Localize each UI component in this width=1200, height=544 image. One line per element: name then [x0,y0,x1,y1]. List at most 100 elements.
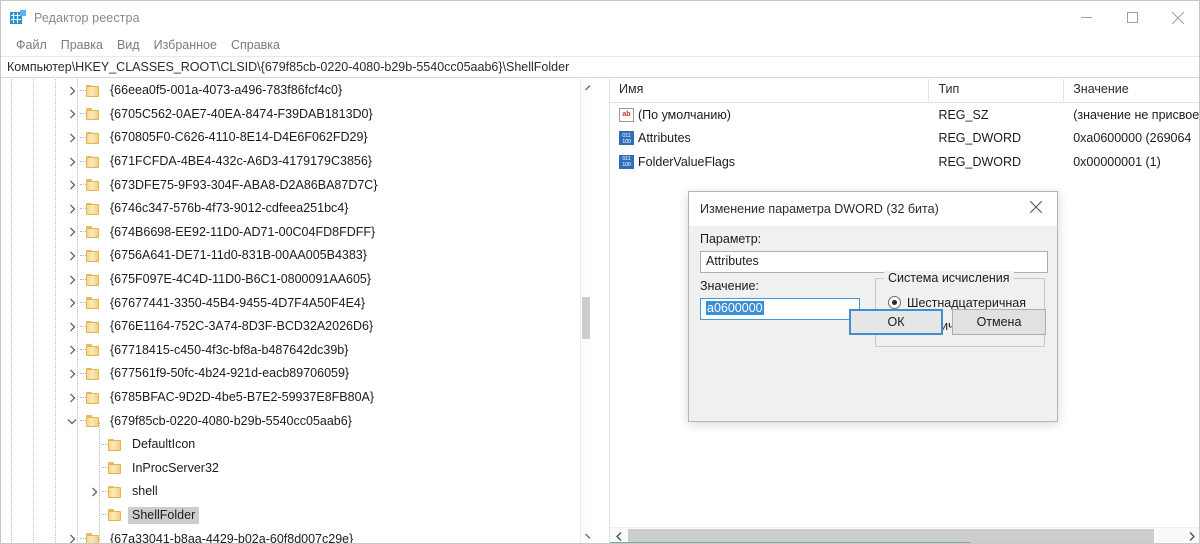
chevron-right-icon[interactable] [64,295,80,311]
chevron-right-icon[interactable] [64,154,80,170]
tree-item[interactable]: ShellFolder [2,504,580,528]
tree-item[interactable]: InProcServer32 [2,457,580,481]
tree-item[interactable]: {675F097E-4C4D-11D0-B6C1-0800091AA605} [2,268,580,292]
chevron-right-icon[interactable] [64,248,80,264]
folder-icon [86,203,100,215]
chevron-right-icon[interactable] [64,531,80,544]
tree-item-label: {673DFE75-9F93-304F-ABA8-D2A86BA87D7C} [106,177,382,194]
chevron-right-icon[interactable] [64,366,80,382]
ok-button[interactable]: ОК [849,309,943,335]
chevron-right-icon[interactable] [64,390,80,406]
tree-item-label: {671FCFDA-4BE4-432c-A6D3-4179179C3856} [106,153,376,170]
cancel-button[interactable]: Отмена [952,309,1046,335]
tree-item-label: {675F097E-4C4D-11D0-B6C1-0800091AA605} [106,271,375,288]
tree-vertical-scrollbar[interactable] [580,79,590,544]
registry-tree[interactable]: {66eea0f5-001a-4073-a496-783f86fcf4c0} {6… [2,79,580,544]
tree-item[interactable]: {67a33041-b8aa-4429-b02a-60f8d007c29e} [2,527,580,544]
tree-item-label: {66eea0f5-001a-4073-a496-783f86fcf4c0} [106,82,346,99]
chevron-right-icon[interactable] [64,83,80,99]
chevron-right-icon[interactable] [64,130,80,146]
pane-splitter[interactable] [597,79,609,544]
value-name-label: Attributes [638,131,691,145]
tree-item[interactable]: {67718415-c450-4f3c-bf8a-b487642dc39b} [2,339,580,363]
column-header-name[interactable]: Имя [610,79,929,102]
menu-item-file[interactable]: Файл [9,38,54,52]
tree-item[interactable]: DefaultIcon [2,433,580,457]
chevron-right-icon[interactable] [64,106,80,122]
tree-item-label: shell [128,483,162,500]
folder-icon [86,297,100,309]
title-bar: Редактор реестра [1,1,1200,34]
tree-scroll-thumb[interactable] [582,297,590,339]
tree-item[interactable]: {66eea0f5-001a-4073-a496-783f86fcf4c0} [2,79,580,103]
value-label: Значение: [700,279,875,293]
folder-icon [86,179,100,191]
chevron-down-icon[interactable] [64,413,80,429]
tree-item[interactable]: {673DFE75-9F93-304F-ABA8-D2A86BA87D7C} [2,173,580,197]
dialog-title-bar: Изменение параметра DWORD (32 бита) [689,192,1057,226]
tree-item[interactable]: {677561f9-50fc-4b24-921d-eacb89706059} [2,362,580,386]
tree-item-label: {67677441-3350-45B4-9455-4D7F4A50F4E4} [106,295,369,312]
tree-item-label: {679f85cb-0220-4080-b29b-5540cc05aab6} [106,413,356,430]
value-name-label: (По умолчанию) [638,108,731,122]
radio-hexadecimal-label: Шестнадцатеричная [907,296,1026,310]
menu-item-edit[interactable]: Правка [54,38,110,52]
chevron-right-icon[interactable] [64,224,80,240]
chevron-right-icon[interactable] [64,177,80,193]
scroll-right-icon[interactable] [1183,528,1200,544]
table-row[interactable]: 011100AttributesREG_DWORD0xa0600000 (269… [610,127,1200,151]
chevron-right-icon[interactable] [64,272,80,288]
tree-item[interactable]: {6785BFAC-9D2D-4be5-B7E2-59937E8FB80A} [2,386,580,410]
folder-icon [86,156,100,168]
edit-dword-dialog: Изменение параметра DWORD (32 бита) Пара… [688,191,1058,422]
column-header-type[interactable]: Тип [929,79,1064,102]
tree-item-label: InProcServer32 [128,460,223,477]
folder-icon [108,439,122,451]
chevron-right-icon[interactable] [64,319,80,335]
column-header-value[interactable]: Значение [1064,79,1200,102]
tree-item[interactable]: {67677441-3350-45B4-9455-4D7F4A50F4E4} [2,291,580,315]
chevron-right-icon[interactable] [64,201,80,217]
tree-item[interactable]: {676E1164-752C-3A74-8D3F-BCD32A2026D6} [2,315,580,339]
param-name-field[interactable]: Attributes [700,251,1048,273]
chevron-right-icon[interactable] [64,342,80,358]
menu-item-help[interactable]: Справка [224,38,287,52]
folder-icon [108,486,122,498]
tree-item[interactable]: {6705C562-0AE7-40EA-8474-F39DAB1813D0} [2,103,580,127]
close-button[interactable] [1155,1,1200,34]
scroll-up-icon[interactable] [581,79,590,96]
tree-item-label: {67718415-c450-4f3c-bf8a-b487642dc39b} [106,342,352,359]
tree-item[interactable]: shell [2,480,580,504]
minimize-button[interactable] [1063,1,1109,34]
value-name-cell: ab(По умолчанию) [610,108,929,122]
tree-item[interactable]: {674B6698-EE92-11D0-AD71-00C04FD8FDFF} [2,221,580,245]
menu-bar: Файл Правка Вид Избранное Справка [1,34,1200,56]
tree-item[interactable]: {6756A641-DE71-11d0-831B-00AA005B4383} [2,244,580,268]
radio-hexadecimal-indicator[interactable] [888,296,901,309]
tree-item[interactable]: {679f85cb-0220-4080-b29b-5540cc05aab6} [2,409,580,433]
dialog-close-button[interactable] [1015,192,1057,222]
value-name-label: FolderValueFlags [638,155,735,169]
table-row[interactable]: ab(По умолчанию)REG_SZ(значение не присв… [610,103,1200,127]
folder-icon [86,274,100,286]
tree-item[interactable]: {6746c347-576b-4f73-9012-cdfeea251bc4} [2,197,580,221]
tree-item-label: ShellFolder [128,507,199,524]
list-horizontal-scrollbar[interactable] [610,527,1200,544]
registry-editor-icon [10,10,26,26]
chevron-right-icon[interactable] [86,484,102,500]
folder-icon [86,415,100,427]
folder-icon [86,85,100,97]
tree-item-label: {67a33041-b8aa-4429-b02a-60f8d007c29e} [106,531,357,544]
table-row[interactable]: 011100FolderValueFlagsREG_DWORD0x0000000… [610,150,1200,174]
tree-item[interactable]: {670805F0-C626-4110-8E14-D4E6F062FD29} [2,126,580,150]
list-scroll-thumb[interactable] [628,529,1154,543]
tree-item[interactable]: {671FCFDA-4BE4-432c-A6D3-4179179C3856} [2,150,580,174]
menu-item-view[interactable]: Вид [110,38,147,52]
scroll-down-icon[interactable] [581,527,590,544]
maximize-button[interactable] [1109,1,1155,34]
value-input[interactable]: a0600000 [700,298,860,320]
registry-tree-pane: {66eea0f5-001a-4073-a496-783f86fcf4c0} {6… [2,79,590,544]
address-bar[interactable]: Компьютер\HKEY_CLASSES_ROOT\CLSID\{679f8… [1,56,1200,78]
menu-item-favorites[interactable]: Избранное [147,38,224,52]
folder-icon [86,132,100,144]
